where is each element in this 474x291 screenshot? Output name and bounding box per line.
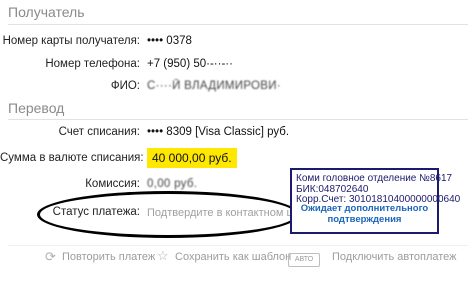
bank-info-box: Коми головное отделение №8617 БИК:048702… <box>290 168 460 234</box>
actions-divider <box>8 245 468 246</box>
star-icon: ☆ <box>157 248 169 263</box>
debit-account-label: Счет списания: <box>58 126 140 138</box>
card-number-value: •••• 0378 <box>147 35 192 47</box>
save-template-link[interactable]: Сохранить как шаблон <box>175 251 291 263</box>
status-highlight-ellipse <box>37 191 299 238</box>
auto-badge-icon: АВТО <box>288 253 320 267</box>
repeat-payment-link[interactable]: Повторить платеж <box>62 251 155 263</box>
recipient-divider <box>8 24 468 25</box>
repeat-icon: ⟳ <box>45 249 56 264</box>
pending-confirmation-note: Ожидает дополнительного подтверждения <box>300 203 429 225</box>
phone-label: Номер телефона: <box>45 58 140 70</box>
full-name-label: ФИО: <box>110 80 140 92</box>
amount-label: Сумма в валюте списания: <box>0 152 144 164</box>
card-number-label: Номер карты получателя: <box>2 35 140 47</box>
connect-autopay-link[interactable]: Подключить автоплатеж <box>332 251 457 263</box>
transfer-divider <box>8 119 468 120</box>
recipient-section-title: Получатель <box>8 4 85 20</box>
full-name-value: С····Й ВЛАДИМИРОВИ· <box>147 80 281 92</box>
amount-value: 40 000,00 руб. <box>147 148 237 168</box>
branch-name: Коми головное отделение №8617 <box>296 173 453 184</box>
transfer-section-title: Перевод <box>8 100 65 116</box>
fee-value: 0,00 руб. <box>147 178 198 190</box>
phone-value: +7 (950) 50·-··-·· <box>147 58 233 70</box>
debit-account-value: •••• 8309 [Visa Classic] руб. <box>147 126 290 138</box>
fee-label: Комиссия: <box>85 178 140 190</box>
